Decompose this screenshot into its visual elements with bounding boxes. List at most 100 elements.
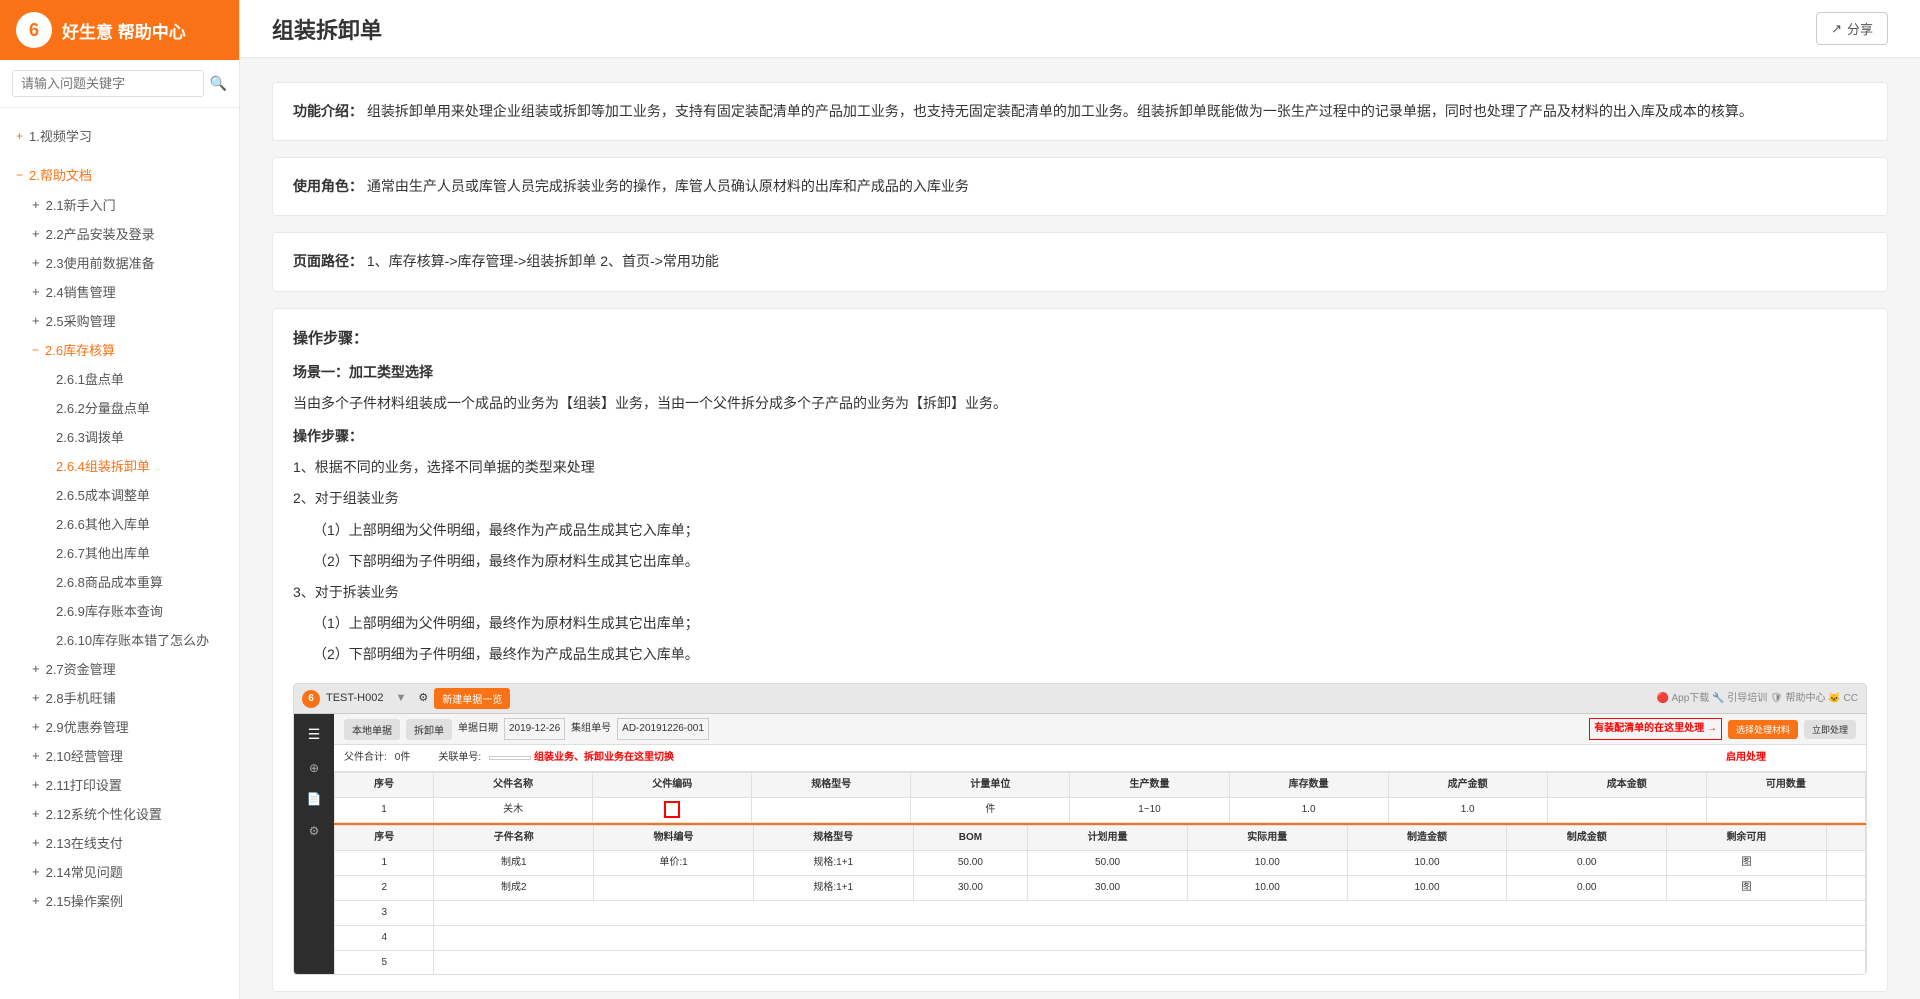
sidebar-item-s262[interactable]: 2.6.2分量盘点单	[16, 393, 239, 422]
path-text: 1、库存核算->库存管理->组装拆卸单 2、首页->常用功能	[367, 253, 719, 269]
sidebar-item-s263[interactable]: 2.6.3调拨单	[16, 422, 239, 451]
sidebar-label: 2.7资金管理	[46, 659, 116, 678]
sidebar-item-s212[interactable]: + 2.12系统个性化设置	[8, 799, 239, 828]
path-box: 页面路径： 1、库存核算->库存管理->组装拆卸单 2、首页->常用功能	[272, 232, 1888, 291]
sidebar-item-s268[interactable]: 2.6.8商品成本重算	[16, 567, 239, 596]
minus-icon: −	[16, 168, 23, 182]
sidebar-item-s269[interactable]: 2.6.9库存账本查询	[16, 596, 239, 625]
mock-col-unit: 计量单位	[911, 773, 1070, 798]
sidebar-item-s26[interactable]: − 2.6库存核算	[8, 335, 239, 364]
mock-nav-icon-3: 📄	[307, 789, 322, 811]
sidebar-item-s28[interactable]: + 2.8手机旺铺	[8, 683, 239, 712]
mock-app-body: ☰ ⊕ 📄 ⚙ 本地单据 拆卸单 单据日期 2019-12-26	[294, 714, 1866, 974]
sidebar-item-s213[interactable]: + 2.13在线支付	[8, 828, 239, 857]
mock-nav-icon-4: ⚙	[309, 821, 320, 843]
step3-2: （2）下部明细为子件明细，最终作为产成品生成其它入库单。	[293, 642, 1867, 667]
mock-field-date-val: 2019-12-26	[504, 718, 565, 740]
mock-col-pname: 父件名称	[434, 773, 593, 798]
search-input[interactable]	[12, 70, 204, 97]
ops-title: 操作步骤：	[293, 325, 1867, 352]
mock-toolbar: 本地单据 拆卸单 单据日期 2019-12-26 集组单号 AD-2019122…	[334, 714, 1866, 745]
role-label: 使用角色：	[293, 178, 363, 194]
sidebar-item-s214[interactable]: + 2.14常见问题	[8, 857, 239, 886]
sidebar-item-s265[interactable]: 2.6.5成本调整单	[16, 480, 239, 509]
sidebar-item-s2610[interactable]: 2.6.10库存账本错了怎么办	[16, 625, 239, 654]
mock-input-val	[489, 756, 531, 760]
sidebar-item-s21[interactable]: + 2.1新手入门	[8, 190, 239, 219]
sidebar-item-s211[interactable]: + 2.11打印设置	[8, 770, 239, 799]
plus-icon: +	[32, 284, 40, 299]
sidebar-label: 2.11打印设置	[46, 775, 122, 794]
nav-tree: + 1.视频学习 − 2.帮助文档 + 2.1新手入门 + 2.2产品安装及登录	[0, 108, 239, 999]
sidebar-item-s25[interactable]: + 2.5采购管理	[8, 306, 239, 335]
mock-settings-icon: ⚙	[418, 689, 428, 709]
main-content: 组装拆卸单 ↗ 分享 功能介绍： 组装拆卸单用来处理企业组装或拆卸等加工业务，支…	[240, 0, 1920, 999]
table-row: 4	[335, 926, 1866, 951]
mock-logo: 6	[302, 690, 320, 708]
mock-col-stock: 库存数量	[1229, 773, 1388, 798]
plus-icon: +	[32, 893, 40, 908]
mock-field-order-val: AD-20191226-001	[617, 718, 709, 740]
mock-nav-icon-1: ☰	[308, 722, 321, 747]
sidebar-label: 2.3使用前数据准备	[46, 253, 155, 272]
search-icon[interactable]: 🔍	[210, 75, 227, 92]
mock-annotation-action: 启用处理	[1726, 749, 1766, 767]
mock-main-content: 本地单据 拆卸单 单据日期 2019-12-26 集组单号 AD-2019122…	[334, 714, 1866, 974]
nav-sub-items: + 2.1新手入门 + 2.2产品安装及登录 + 2.3使用前数据准备 + 2.…	[0, 190, 239, 915]
sidebar-item-s29[interactable]: + 2.9优惠券管理	[8, 712, 239, 741]
mock-dismantle-btn[interactable]: 拆卸单	[406, 719, 452, 740]
sidebar-item-s27[interactable]: + 2.7资金管理	[8, 654, 239, 683]
mock-field-date-label: 单据日期	[458, 720, 498, 738]
plus-icon: +	[32, 255, 40, 270]
app-title: 好生意 帮助中心	[62, 18, 186, 43]
search-box: 🔍	[0, 60, 239, 108]
sidebar-label: 2.14常见问题	[46, 862, 123, 881]
sidebar-label: 2.12系统个性化设置	[46, 804, 162, 823]
mock-nav-icon-2: ⊕	[309, 758, 319, 780]
mock-table-row-1: 1 关木 件 1~10 1.0 1.0	[335, 798, 1866, 823]
sidebar-item-s261[interactable]: 2.6.1盘点单	[16, 364, 239, 393]
table-row: 2 制成2 规格:1+1 30.00 30.00 10.00 10.00 0.	[335, 876, 1866, 901]
mock-field-order-label: 集组单号	[571, 720, 611, 738]
mock-sub-label: 父件合计:	[344, 749, 387, 767]
nav-section-1: + 1.视频学习	[0, 116, 239, 155]
mock-new-btn[interactable]: 新建单据一览	[434, 688, 510, 709]
nav-section-2: − 2.帮助文档 + 2.1新手入门 + 2.2产品安装及登录 + 2.3使用前…	[0, 155, 239, 919]
mock-table-parent: 序号 父件名称 父件编码 规格型号 计量单位 生产数量 库存数量 成产金额 成本	[334, 772, 1866, 825]
sidebar-item-videos[interactable]: + 1.视频学习	[0, 120, 239, 151]
table-row: 5	[335, 951, 1866, 975]
logo-text: 6	[29, 20, 39, 41]
sidebar-item-s22[interactable]: + 2.2产品安装及登录	[8, 219, 239, 248]
sidebar-label: 2.8手机旺铺	[46, 688, 116, 707]
sidebar-item-s267[interactable]: 2.6.7其他出库单	[16, 538, 239, 567]
sidebar-label: 2.5采购管理	[46, 311, 116, 330]
sidebar-item-s24[interactable]: + 2.4销售管理	[8, 277, 239, 306]
sidebar-item-s215[interactable]: + 2.15操作案例	[8, 886, 239, 915]
mock-new-doc-btn[interactable]: 本地单据	[344, 719, 400, 740]
mock-col-spec: 规格型号	[752, 773, 911, 798]
step1: 1、根据不同的业务，选择不同单据的类型来处理	[293, 455, 1867, 480]
sidebar-item-help-docs[interactable]: − 2.帮助文档	[0, 159, 239, 190]
sidebar-item-s210[interactable]: + 2.10经营管理	[8, 741, 239, 770]
mock-col-qty: 生产数量	[1070, 773, 1229, 798]
share-button[interactable]: ↗ 分享	[1816, 12, 1888, 45]
sidebar-item-s23[interactable]: + 2.3使用前数据准备	[8, 248, 239, 277]
plus-icon: +	[32, 777, 40, 792]
sidebar-item-s266[interactable]: 2.6.6其他入库单	[16, 509, 239, 538]
step2-1: （1）上部明细为父件明细，最终作为产成品生成其它入库单；	[293, 518, 1867, 543]
sidebar-label: 2.6库存核算	[45, 340, 115, 359]
table-row: 1 制成1 单价:1 规格:1+1 50.00 50.00 10.00 10.0…	[335, 851, 1866, 876]
plus-icon: +	[32, 313, 40, 328]
mock-left-nav: ☰ ⊕ 📄 ⚙	[294, 714, 334, 974]
mock-action-btn[interactable]: 立即处理	[1804, 720, 1856, 739]
sidebar-label: 2.10经营管理	[46, 746, 123, 765]
role-text: 通常由生产人员或库管人员完成拆装业务的操作，库管人员确认原材料的出库和产成品的入…	[367, 178, 969, 194]
plus-icon: +	[32, 748, 40, 763]
mock-select-btn[interactable]: 选择处理材料	[1728, 720, 1798, 739]
intro-label: 功能介绍：	[293, 103, 363, 119]
sidebar-item-s264[interactable]: 2.6.4组装拆卸单	[16, 451, 239, 480]
sidebar-label: 2.9优惠券管理	[46, 717, 129, 736]
sidebar-label: 2.4销售管理	[46, 282, 116, 301]
sidebar-label: 2.2产品安装及登录	[46, 224, 155, 243]
plus-icon: +	[32, 690, 40, 705]
